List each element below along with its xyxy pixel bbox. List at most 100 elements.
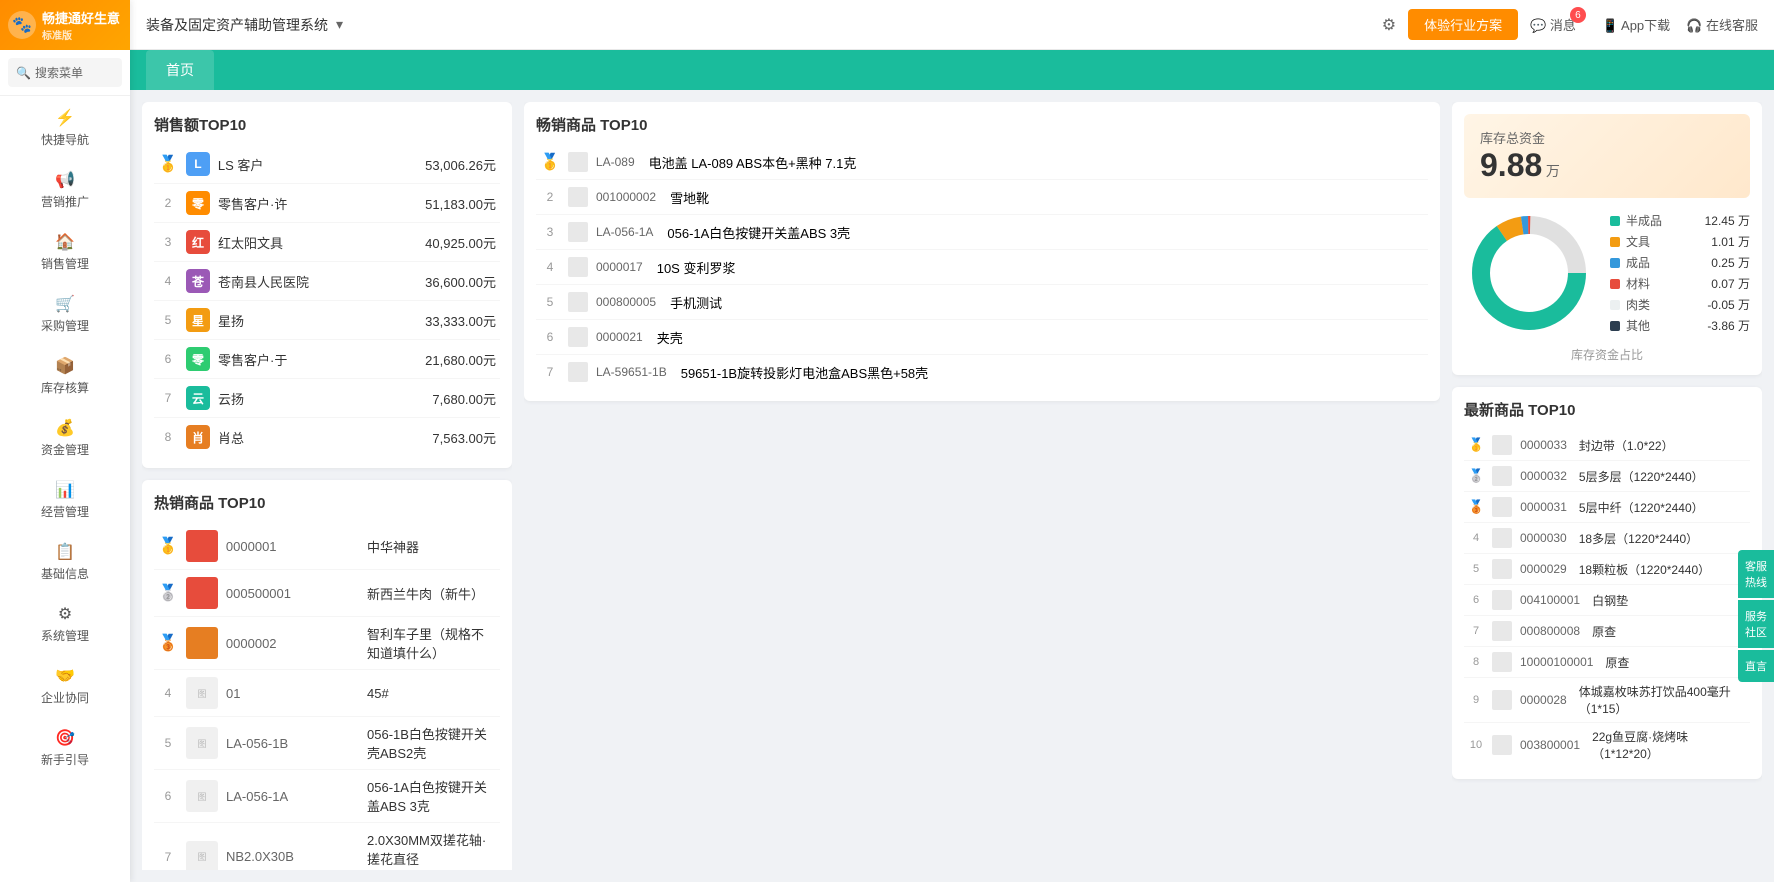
hot-products-card: 热销商品 TOP10 🥇 0000001 中华神器 🥈 000500001 新西…: [142, 480, 512, 870]
latest-product-item[interactable]: 🥈 0000032 5层多层（1220*2440）: [1464, 461, 1750, 492]
nav-item-system[interactable]: ⚙ 系统管理: [6, 594, 124, 654]
inventory-label: 库存总资金: [1480, 128, 1734, 147]
operations-icon: 📊: [55, 480, 75, 500]
left-panel: 销售额TOP10 🥇 L LS 客户 53,006.26元 2 零 零售客户·许…: [142, 102, 512, 870]
inventory-icon: 📦: [55, 356, 75, 376]
latest-product-name: 原查: [1605, 654, 1746, 671]
customer-list-item[interactable]: 2 零 零售客户·许 51,183.00元: [154, 184, 500, 223]
latest-product-item[interactable]: 10 003800001 22g鱼豆腐·烧烤味（1*12*20）: [1464, 723, 1750, 767]
legend-label: 材料: [1626, 275, 1705, 292]
trial-button[interactable]: 体验行业方案: [1408, 9, 1518, 40]
hot-product-item[interactable]: 5 图 LA-056-1B 056-1B白色按键开关壳ABS2壳: [154, 717, 500, 770]
customer-list-item[interactable]: 5 星 星扬 33,333.00元: [154, 301, 500, 340]
middle-product-name: 056-1A白色按键开关盖ABS 3壳: [667, 223, 850, 242]
nav-item-sales[interactable]: 🏠 销售管理: [6, 222, 124, 282]
nav-item-guide[interactable]: 🎯 新手引导: [6, 718, 124, 778]
middle-product-code: 001000002: [596, 190, 656, 204]
settings-icon[interactable]: ⚙: [1382, 15, 1396, 35]
hot-product-item[interactable]: 🥈 000500001 新西兰牛肉（新牛）: [154, 570, 500, 617]
purchase-icon: 🛒: [55, 294, 75, 314]
latest-product-item[interactable]: 8 10000100001 原查: [1464, 647, 1750, 678]
customer-list-item[interactable]: 🥇 L LS 客户 53,006.26元: [154, 145, 500, 184]
latest-product-item[interactable]: 4 0000030 18多层（1220*2440）: [1464, 523, 1750, 554]
customer-list-item[interactable]: 4 苍 苍南县人民医院 36,600.00元: [154, 262, 500, 301]
product-name: 新西兰牛肉（新牛）: [367, 584, 496, 603]
system-title: 装备及固定资产辅助管理系统 ▾: [146, 15, 1370, 35]
header: 装备及固定资产辅助管理系统 ▾ ⚙ 体验行业方案 💬 消息6 📱 App下载 🎧…: [130, 0, 1774, 50]
quick-nav-label: 快捷导航: [41, 131, 89, 148]
hot-product-item[interactable]: 6 图 LA-056-1A 056-1A白色按键开关盖ABS 3克: [154, 770, 500, 823]
rank-num: 5: [158, 313, 178, 327]
customer-name: LS 客户: [218, 155, 417, 174]
customer-avatar: 苍: [186, 269, 210, 293]
legend-dot: [1610, 321, 1620, 331]
latest-product-item[interactable]: 🥇 0000033 封边带（1.0*22）: [1464, 430, 1750, 461]
middle-product-item[interactable]: 7 LA-59651-1B 59651-1B旋转投影灯电池盒ABS黑色+58壳: [536, 355, 1428, 389]
latest-product-code: 0000032: [1520, 469, 1567, 483]
nav-item-cooperation[interactable]: 🤝 企业协同: [6, 656, 124, 716]
rank-num: 6: [540, 330, 560, 344]
rank-num: 7: [540, 365, 560, 379]
rank-num: 7: [158, 850, 178, 864]
customer-service-btn[interactable]: 客服热线: [1738, 550, 1774, 598]
nav-item-operations[interactable]: 📊 经营管理: [6, 470, 124, 530]
hot-product-item[interactable]: 🥇 0000001 中华神器: [154, 523, 500, 570]
nav-item-finance[interactable]: 💰 资金管理: [6, 408, 124, 468]
product-name: 中华神器: [367, 537, 496, 556]
latest-product-img: [1492, 497, 1512, 517]
system-dropdown[interactable]: ▾: [336, 16, 343, 33]
hot-product-item[interactable]: 7 图 NB2.0X30B 2.0X30MM双搓花轴·搓花直径2.1MM/ROH…: [154, 823, 500, 870]
product-name: 056-1B白色按键开关壳ABS2壳: [367, 724, 496, 762]
nav-item-inventory[interactable]: 📦 库存核算: [6, 346, 124, 406]
customer-list-item[interactable]: 3 红 红太阳文具 40,925.00元: [154, 223, 500, 262]
nav-item-basic-info[interactable]: 📋 基础信息: [6, 532, 124, 592]
rank-num: 4: [158, 686, 178, 700]
online-service-action[interactable]: 🎧 在线客服: [1686, 15, 1758, 34]
latest-product-item[interactable]: 7 000800008 原查: [1464, 616, 1750, 647]
middle-product-name: 59651-1B旋转投影灯电池盒ABS黑色+58壳: [681, 363, 928, 382]
top-customers-title: 销售额TOP10: [154, 114, 500, 135]
customer-list-item[interactable]: 6 零 零售客户·于 21,680.00元: [154, 340, 500, 379]
middle-product-img: [568, 187, 588, 207]
customer-list-item[interactable]: 8 肖 肖总 7,563.00元: [154, 418, 500, 456]
floating-buttons: 客服热线 服务社区 直言: [1738, 550, 1774, 682]
middle-product-item[interactable]: 2 001000002 雪地靴: [536, 180, 1428, 215]
middle-product-code: 0000021: [596, 330, 643, 344]
sales-icon: 🏠: [55, 232, 75, 252]
legend-dot: [1610, 258, 1620, 268]
middle-product-item[interactable]: 3 LA-056-1A 056-1A白色按键开关盖ABS 3壳: [536, 215, 1428, 250]
messages-action[interactable]: 💬 消息6: [1530, 15, 1586, 34]
latest-product-item[interactable]: 5 0000029 18颗粒板（1220*2440）: [1464, 554, 1750, 585]
latest-products-title: 最新商品 TOP10: [1464, 399, 1750, 420]
customer-list-item[interactable]: 7 云 云扬 7,680.00元: [154, 379, 500, 418]
search-menu-button[interactable]: 🔍 搜索菜单: [8, 58, 122, 87]
nav-item-marketing[interactable]: 📢 营销推广: [6, 160, 124, 220]
product-code: LA-056-1A: [226, 789, 355, 804]
bestseller-products-card: 畅销商品 TOP10 🥇 LA-089 电池盖 LA-089 ABS本色+黑种 …: [524, 102, 1440, 401]
nav-item-purchase[interactable]: 🛒 采购管理: [6, 284, 124, 344]
marketing-label: 营销推广: [41, 193, 89, 210]
app-download-action[interactable]: 📱 App下载: [1602, 15, 1670, 34]
rank-num: 8: [158, 430, 178, 444]
product-code: NB2.0X30B: [226, 849, 355, 864]
legend-value: 1.01 万: [1711, 233, 1750, 250]
nav-item-quick-nav[interactable]: ⚡ 快捷导航: [6, 98, 124, 158]
direct-speech-btn[interactable]: 直言: [1738, 650, 1774, 682]
rank-num: 7: [158, 391, 178, 405]
middle-product-code: 000800005: [596, 295, 656, 309]
customer-list: 🥇 L LS 客户 53,006.26元 2 零 零售客户·许 51,183.0…: [154, 145, 500, 456]
latest-product-item[interactable]: 🥉 0000031 5层中纤（1220*2440）: [1464, 492, 1750, 523]
tab-home[interactable]: 首页: [146, 50, 214, 90]
product-name: 056-1A白色按键开关盖ABS 3克: [367, 777, 496, 815]
hot-product-item[interactable]: 🥉 0000002 智利车子里（规格不知道填什么）: [154, 617, 500, 670]
latest-product-item[interactable]: 9 0000028 体城嘉枚味苏打饮品400毫升（1*15）: [1464, 678, 1750, 723]
inventory-value: 9.88: [1480, 147, 1542, 183]
middle-product-item[interactable]: 5 000800005 手机测试: [536, 285, 1428, 320]
middle-product-item[interactable]: 6 0000021 夹壳: [536, 320, 1428, 355]
hot-product-item[interactable]: 4 图 01 45#: [154, 670, 500, 717]
middle-product-item[interactable]: 🥇 LA-089 电池盖 LA-089 ABS本色+黑种 7.1克: [536, 145, 1428, 180]
service-community-btn[interactable]: 服务社区: [1738, 600, 1774, 648]
latest-product-img: [1492, 735, 1512, 755]
latest-product-item[interactable]: 6 004100001 白钢垫: [1464, 585, 1750, 616]
middle-product-item[interactable]: 4 0000017 10S 变利罗浆: [536, 250, 1428, 285]
